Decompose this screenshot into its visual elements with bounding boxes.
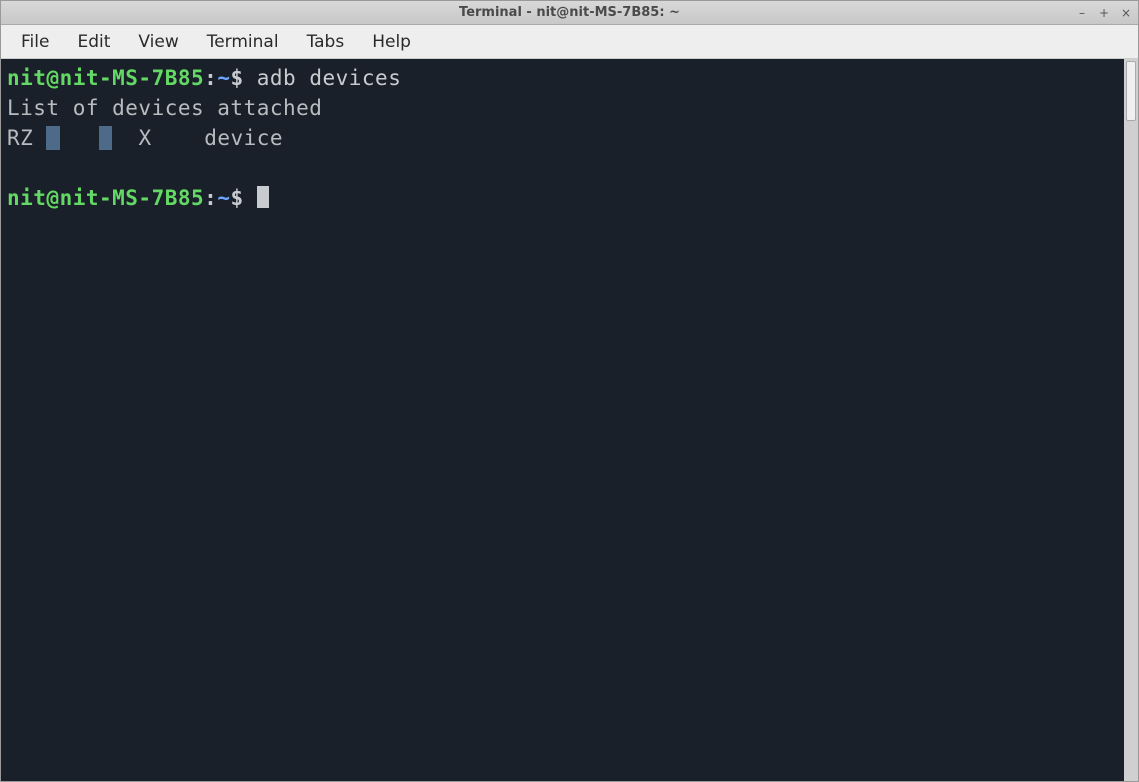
cursor-icon — [257, 186, 269, 208]
prompt-dollar: $ — [230, 186, 243, 210]
terminal-line-2: List of devices attached — [7, 93, 1118, 123]
titlebar[interactable]: Terminal - nit@nit-MS-7B85: ~ – + × — [1, 1, 1138, 25]
prompt-user: nit@nit-MS-7B85 — [7, 66, 204, 90]
menu-terminal[interactable]: Terminal — [195, 28, 291, 56]
prompt-path: ~ — [217, 186, 230, 210]
minimize-button[interactable]: – — [1076, 7, 1088, 19]
redacted-selection — [46, 126, 59, 150]
terminal-blank-line — [7, 153, 1118, 183]
terminal-line-1: nit@nit-MS-7B85:~$ adb devices — [7, 63, 1118, 93]
output-text: RZ — [7, 126, 46, 150]
scrollbar[interactable] — [1124, 59, 1138, 781]
menubar: File Edit View Terminal Tabs Help — [1, 25, 1138, 59]
close-button[interactable]: × — [1120, 7, 1132, 19]
menu-tabs[interactable]: Tabs — [295, 28, 357, 56]
output-text — [60, 126, 99, 150]
window-title: Terminal - nit@nit-MS-7B85: ~ — [459, 5, 680, 20]
redacted-selection — [99, 126, 112, 150]
menu-file[interactable]: File — [9, 28, 61, 56]
spacer — [244, 186, 257, 210]
prompt-path: ~ — [217, 66, 230, 90]
menu-edit[interactable]: Edit — [65, 28, 122, 56]
scrollbar-thumb[interactable] — [1126, 61, 1136, 121]
terminal-area: nit@nit-MS-7B85:~$ adb devicesList of de… — [1, 59, 1138, 781]
prompt-user: nit@nit-MS-7B85 — [7, 186, 204, 210]
command-text: adb devices — [244, 66, 402, 90]
menu-view[interactable]: View — [126, 28, 190, 56]
prompt-colon: : — [204, 186, 217, 210]
terminal-window: Terminal - nit@nit-MS-7B85: ~ – + × File… — [0, 0, 1139, 782]
terminal-line-3: RZ X device — [7, 123, 1118, 153]
menu-help[interactable]: Help — [360, 28, 423, 56]
window-controls: – + × — [1076, 1, 1132, 24]
terminal-content[interactable]: nit@nit-MS-7B85:~$ adb devicesList of de… — [1, 59, 1124, 781]
maximize-button[interactable]: + — [1098, 7, 1110, 19]
prompt-colon: : — [204, 66, 217, 90]
prompt-dollar: $ — [230, 66, 243, 90]
output-text: List of devices attached — [7, 96, 322, 120]
terminal-prompt-line: nit@nit-MS-7B85:~$ — [7, 183, 1118, 213]
output-text: X device — [112, 126, 283, 150]
